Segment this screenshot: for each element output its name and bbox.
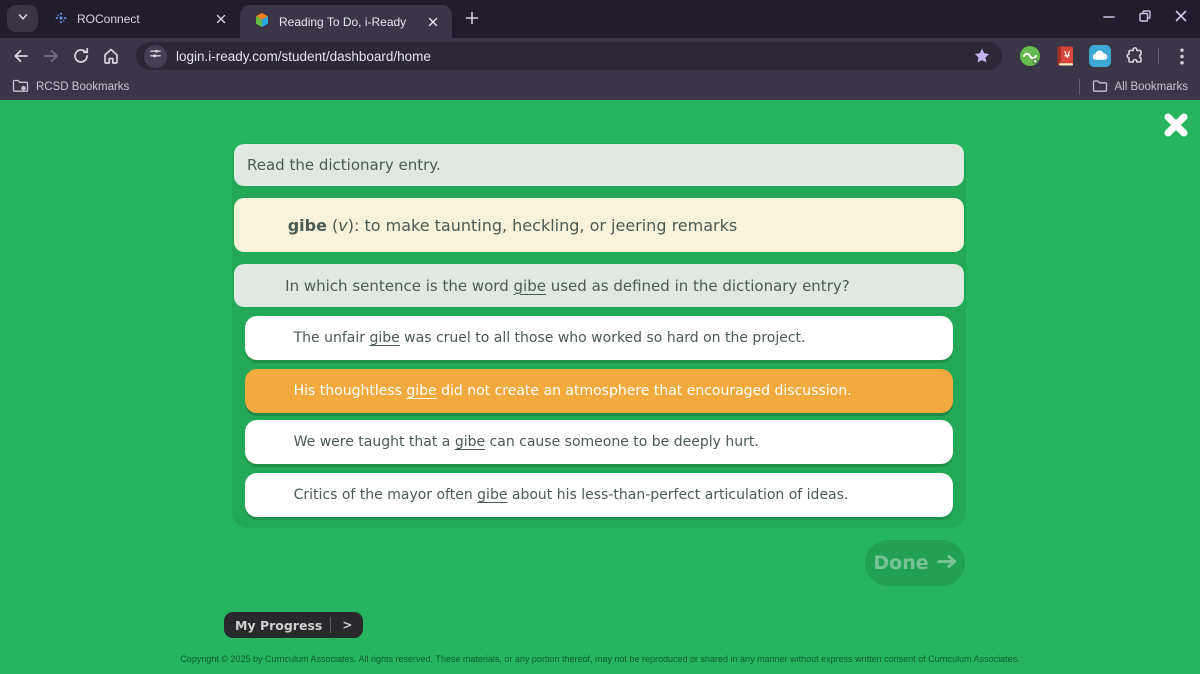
browser-toolbar: login.i-ready.com/student/dashboard/home — [0, 38, 1200, 74]
tab-close-icon[interactable] — [424, 13, 442, 31]
cloud-extension-icon[interactable] — [1088, 44, 1112, 68]
browser-menu-icon[interactable] — [1170, 44, 1194, 68]
copyright-text: Copyright © 2025 by Curriculum Associate… — [180, 654, 1020, 664]
new-tab-button[interactable] — [460, 8, 484, 32]
answer-option-3[interactable]: We were taught that a gibe can cause som… — [245, 420, 953, 464]
part-of-speech: v — [338, 215, 348, 235]
answer-text: Critics of the mayor often gibe about hi… — [293, 487, 849, 503]
tab-title: Reading To Do, i-Ready — [279, 14, 407, 29]
my-progress-button[interactable]: My Progress > — [224, 612, 364, 638]
tab-roconnect[interactable]: ROConnect — [40, 0, 240, 38]
url-text[interactable]: login.i-ready.com/student/dashboard/home — [176, 49, 970, 64]
answer-text: His thoughtless gibe did not create an a… — [293, 383, 852, 399]
back-button[interactable] — [6, 41, 36, 71]
dictionary-entry-text: gibe (v): to make taunting, heckling, or… — [287, 215, 738, 235]
bookmark-folder-label: RCSD Bookmarks — [36, 81, 130, 93]
instruction-box: Read the dictionary entry. — [234, 144, 964, 186]
answer-option-1[interactable]: The unfair gibe was cruel to all those w… — [245, 316, 953, 360]
bookmark-star-icon[interactable] — [970, 44, 994, 68]
answer-text: We were taught that a gibe can cause som… — [293, 434, 759, 450]
minimize-button[interactable] — [1096, 3, 1122, 29]
close-window-button[interactable] — [1168, 3, 1194, 29]
filter-extension-icon[interactable] — [1018, 44, 1042, 68]
question-box: In which sentence is the word gibe used … — [234, 264, 964, 307]
iready-cube-favicon-icon — [254, 12, 270, 31]
address-bar[interactable]: login.i-ready.com/student/dashboard/home — [136, 42, 1002, 70]
toolbar-separator — [1158, 48, 1159, 64]
dictionary-word: gibe — [287, 215, 327, 235]
dictionary-extension-icon[interactable] — [1053, 44, 1077, 68]
managed-folder-icon — [12, 78, 29, 96]
tab-title: ROConnect — [77, 12, 140, 26]
tab-close-icon[interactable] — [212, 10, 230, 28]
tab-search-button[interactable] — [7, 5, 38, 32]
answer-option-2-selected[interactable]: His thoughtless gibe did not create an a… — [245, 369, 953, 413]
plus-icon — [465, 11, 479, 30]
iready-lesson-page: Read the dictionary entry. gibe (v): to … — [0, 100, 1200, 674]
close-lesson-button[interactable] — [1160, 111, 1192, 143]
extensions-row — [1018, 44, 1194, 68]
extensions-puzzle-icon[interactable] — [1123, 44, 1147, 68]
done-button[interactable]: Done — [865, 540, 965, 586]
all-bookmarks-button[interactable]: All Bookmarks — [1092, 79, 1189, 96]
forward-button[interactable] — [36, 41, 66, 71]
answer-option-4[interactable]: Critics of the mayor often gibe about hi… — [245, 473, 953, 517]
question-text: In which sentence is the word gibe used … — [285, 276, 850, 295]
instruction-text: Read the dictionary entry. — [247, 156, 441, 174]
site-settings-button[interactable] — [144, 44, 167, 68]
home-button[interactable] — [96, 41, 126, 71]
restore-button[interactable] — [1132, 3, 1158, 29]
bookmarks-separator — [1078, 79, 1080, 95]
chevron-right-icon: > — [342, 618, 353, 632]
my-progress-separator — [330, 617, 332, 633]
done-label: Done — [873, 552, 929, 574]
bookmarks-bar: RCSD Bookmarks All Bookmarks — [0, 74, 1200, 100]
arrow-right-icon — [936, 552, 957, 574]
question-panel: Read the dictionary entry. gibe (v): to … — [232, 143, 966, 528]
dictionary-entry-box: gibe (v): to make taunting, heckling, or… — [234, 198, 964, 252]
folder-icon — [1092, 79, 1108, 96]
chevron-down-icon — [17, 10, 29, 28]
window-controls — [1096, 0, 1194, 32]
tab-iready[interactable]: Reading To Do, i-Ready — [240, 5, 452, 38]
close-icon — [1161, 110, 1191, 144]
bookmark-folder-rcsd[interactable]: RCSD Bookmarks — [12, 78, 129, 96]
reload-button[interactable] — [66, 41, 96, 71]
roconnect-favicon-icon — [54, 11, 68, 28]
tab-strip: ROConnect Reading To Do, i-Ready — [0, 0, 1200, 38]
tune-icon — [149, 47, 162, 65]
my-progress-label: My Progress — [235, 617, 323, 633]
answer-text: The unfair gibe was cruel to all those w… — [293, 330, 806, 346]
all-bookmarks-label: All Bookmarks — [1114, 81, 1189, 93]
